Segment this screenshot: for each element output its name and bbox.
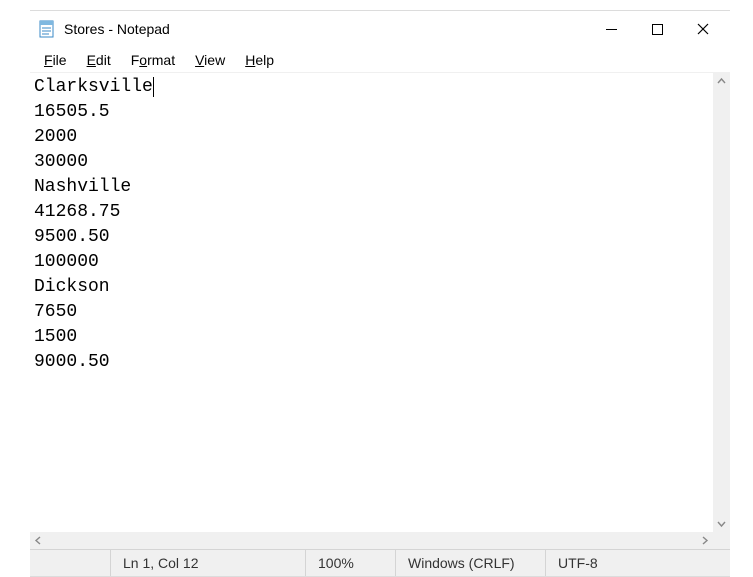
menu-file[interactable]: File — [34, 50, 77, 70]
statusbar: Ln 1, Col 12 100% Windows (CRLF) UTF-8 — [30, 549, 730, 576]
status-zoom: 100% — [305, 550, 395, 576]
menu-edit[interactable]: Edit — [77, 50, 121, 70]
text-editor[interactable]: Clarksville16505.5200030000Nashville4126… — [30, 73, 713, 532]
menu-format[interactable]: Format — [121, 50, 185, 70]
horizontal-scrollbar[interactable] — [30, 532, 713, 549]
resize-grip[interactable] — [713, 532, 730, 549]
status-encoding: UTF-8 — [545, 550, 730, 576]
minimize-button[interactable] — [588, 13, 634, 45]
window-title: Stores - Notepad — [64, 21, 170, 37]
scroll-down-arrow-icon[interactable] — [713, 515, 730, 532]
titlebar[interactable]: Stores - Notepad — [30, 11, 730, 47]
menubar: File Edit Format View Help — [30, 47, 730, 73]
status-line-ending: Windows (CRLF) — [395, 550, 545, 576]
menu-view[interactable]: View — [185, 50, 235, 70]
notepad-icon — [38, 20, 56, 38]
scroll-up-arrow-icon[interactable] — [713, 73, 730, 90]
scroll-right-arrow-icon[interactable] — [696, 532, 713, 549]
scroll-left-arrow-icon[interactable] — [30, 532, 47, 549]
vertical-scrollbar[interactable] — [713, 73, 730, 532]
window-controls — [588, 13, 726, 45]
menu-help[interactable]: Help — [235, 50, 284, 70]
close-button[interactable] — [680, 13, 726, 45]
maximize-button[interactable] — [634, 13, 680, 45]
status-cursor-position: Ln 1, Col 12 — [110, 550, 305, 576]
notepad-window: Stores - Notepad File Edit Format View H… — [30, 10, 730, 577]
